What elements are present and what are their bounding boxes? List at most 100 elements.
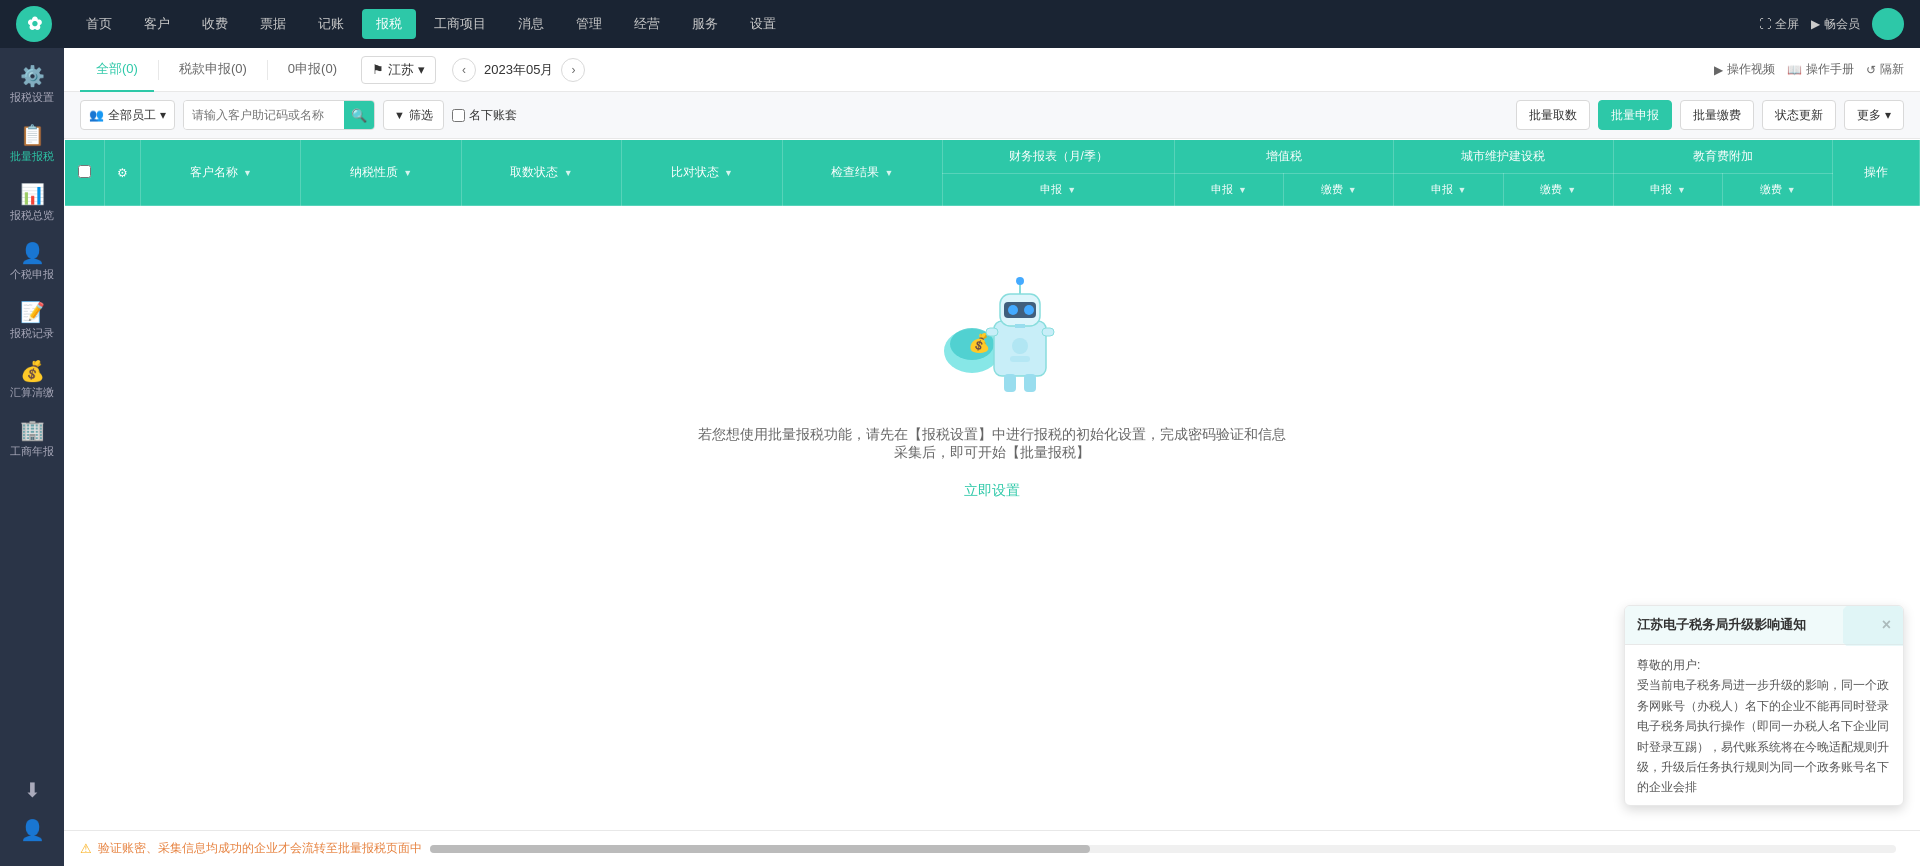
batch-fetch-btn[interactable]: 批量取数 (1516, 100, 1590, 130)
search-box: 🔍 (183, 100, 375, 130)
member-btn[interactable]: ▶ 畅会员 (1811, 16, 1860, 33)
status-update-btn[interactable]: 状态更新 (1762, 100, 1836, 130)
table-setting-header: ⚙ (105, 140, 141, 206)
search-icon: 🔍 (351, 108, 367, 123)
scroll-area[interactable] (430, 845, 1896, 853)
sidebar-item-tax-overview[interactable]: 📊 报税总览 (0, 174, 64, 233)
avatar[interactable] (1872, 8, 1904, 40)
svg-rect-10 (1015, 324, 1025, 328)
sidebar-item-tax-records[interactable]: 📝 报税记录 (0, 292, 64, 351)
sort-icon-2: ▼ (403, 168, 412, 178)
notification-text: 受当前电子税务局进一步升级的影响，同一个政务网账号（办税人）名下的企业不能再同时… (1637, 675, 1891, 797)
search-input[interactable] (184, 101, 344, 129)
nav-item-home[interactable]: 首页 (72, 9, 126, 39)
sidebar-item-annual-report[interactable]: 🏢 工商年报 (0, 410, 64, 469)
next-month-btn[interactable]: › (561, 58, 585, 82)
under-account-checkbox[interactable] (452, 109, 465, 122)
batch-declare-btn[interactable]: 批量申报 (1598, 100, 1672, 130)
sub-sort-7: ▼ (1787, 185, 1796, 195)
toolbar-right-btns: 批量取数 批量申报 批量缴费 状态更新 更多 ▾ (1516, 100, 1904, 130)
nav-item-customer[interactable]: 客户 (130, 9, 184, 39)
nav-item-message[interactable]: 消息 (504, 9, 558, 39)
nav-item-bill[interactable]: 票据 (246, 9, 300, 39)
employee-icon: 👥 (89, 108, 104, 122)
nav-item-service[interactable]: 服务 (678, 9, 732, 39)
region-icon: ⚑ (372, 62, 384, 77)
table-vat-declare-sub: 申报 ▼ (1174, 174, 1284, 206)
table-compare-status-header: 比对状态 ▼ (622, 140, 782, 206)
more-btn[interactable]: 更多 ▾ (1844, 100, 1904, 130)
date-nav: ‹ 2023年05月 › (452, 58, 585, 82)
batch-pay-btn[interactable]: 批量缴费 (1680, 100, 1754, 130)
tab-zero-declare[interactable]: 0申报(0) (272, 48, 353, 92)
filter-btn[interactable]: ▼ 筛选 (383, 100, 444, 130)
tab-all[interactable]: 全部(0) (80, 48, 154, 92)
status-bar: ⚠ 验证账密、采集信息均成功的企业才会流转至批量报税页面中 (64, 830, 1920, 866)
logo-icon: ✿ (27, 13, 42, 35)
settings-icon[interactable]: ⚙ (117, 166, 128, 180)
settlement-icon: 💰 (20, 361, 45, 381)
table-financial-report-header: 财务报表（月/季） (942, 140, 1174, 174)
table-check-result-header: 检查结果 ▼ (782, 140, 942, 206)
profile-icon: 👤 (20, 820, 45, 840)
nav-item-settings[interactable]: 设置 (736, 9, 790, 39)
nav-item-operation[interactable]: 经营 (620, 9, 674, 39)
warning-icon: ⚠ (80, 841, 92, 856)
table-education-tax-header: 教育费附加 (1613, 140, 1833, 174)
empty-row: 💰 (65, 206, 1920, 561)
setup-link[interactable]: 立即设置 (964, 482, 1020, 500)
checkbox-label[interactable]: 名下账套 (452, 107, 517, 124)
tax-records-icon: 📝 (20, 302, 45, 322)
video-tutorial-btn[interactable]: ▶ 操作视频 (1714, 61, 1775, 78)
sub-sort-5: ▼ (1567, 185, 1576, 195)
sidebar: ⚙️ 报税设置 📋 批量报税 📊 报税总览 👤 个税申报 📝 报税记录 💰 汇算… (0, 48, 64, 866)
nav-item-fee[interactable]: 收费 (188, 9, 242, 39)
tab-divider-2 (267, 60, 268, 80)
logo[interactable]: ✿ (16, 6, 52, 42)
nav-item-business[interactable]: 工商项目 (420, 9, 500, 39)
sidebar-item-download[interactable]: ⬇ (0, 770, 64, 810)
data-table: ⚙ 客户名称 ▼ 纳税性质 ▼ 取数状态 ▼ 比对状态 (64, 139, 1920, 560)
svg-rect-16 (1010, 356, 1030, 362)
nav-items: 首页 客户 收费 票据 记账 报税 工商项目 消息 管理 经营 服务 设置 (72, 9, 1759, 39)
tab-tax-declare[interactable]: 税款申报(0) (163, 48, 263, 92)
table-edu-pay-sub: 缴费 ▼ (1723, 174, 1833, 206)
sort-icon-3: ▼ (564, 168, 573, 178)
sub-sort-2: ▼ (1238, 185, 1247, 195)
svg-point-9 (1016, 277, 1024, 285)
fullscreen-btn[interactable]: ⛶ 全屏 (1759, 16, 1799, 33)
employee-select[interactable]: 👥 全部员工 ▾ (80, 100, 175, 130)
batch-tax-icon: 📋 (20, 125, 45, 145)
svg-point-15 (1012, 338, 1028, 354)
sidebar-item-personal-tax[interactable]: 👤 个税申报 (0, 233, 64, 292)
table-city-pay-sub: 缴费 ▼ (1503, 174, 1613, 206)
refresh-btn[interactable]: ↺ 隔新 (1866, 61, 1904, 78)
more-chevron-icon: ▾ (1885, 108, 1891, 122)
sub-sort-3: ▼ (1348, 185, 1357, 195)
nav-item-tax[interactable]: 报税 (362, 9, 416, 39)
sidebar-item-tax-settings[interactable]: ⚙️ 报税设置 (0, 56, 64, 115)
search-button[interactable]: 🔍 (344, 100, 374, 130)
region-selector[interactable]: ⚑ 江苏 ▾ (361, 56, 436, 84)
tab-divider-1 (158, 60, 159, 80)
table-tax-nature-header: 纳税性质 ▼ (301, 140, 461, 206)
prev-month-btn[interactable]: ‹ (452, 58, 476, 82)
sidebar-item-profile[interactable]: 👤 (0, 810, 64, 850)
scroll-thumb (430, 845, 1090, 853)
member-icon: ▶ (1811, 17, 1820, 31)
nav-item-accounting[interactable]: 记账 (304, 9, 358, 39)
fullscreen-icon: ⛶ (1759, 17, 1771, 31)
sidebar-item-settlement[interactable]: 💰 汇算清缴 (0, 351, 64, 410)
sidebar-item-batch-tax[interactable]: 📋 批量报税 (0, 115, 64, 174)
select-all-checkbox[interactable] (78, 165, 91, 178)
svg-point-6 (1008, 305, 1018, 315)
filter-icon: ▼ (394, 109, 405, 121)
sort-icon-4: ▼ (724, 168, 733, 178)
nav-item-manage[interactable]: 管理 (562, 9, 616, 39)
refresh-icon: ↺ (1866, 63, 1876, 77)
table-fetch-status-header: 取数状态 ▼ (461, 140, 621, 206)
table-checkbox-header[interactable] (65, 140, 105, 206)
robot-illustration: 💰 (922, 266, 1062, 406)
sort-icon-5: ▼ (884, 168, 893, 178)
manual-btn[interactable]: 📖 操作手册 (1787, 61, 1854, 78)
